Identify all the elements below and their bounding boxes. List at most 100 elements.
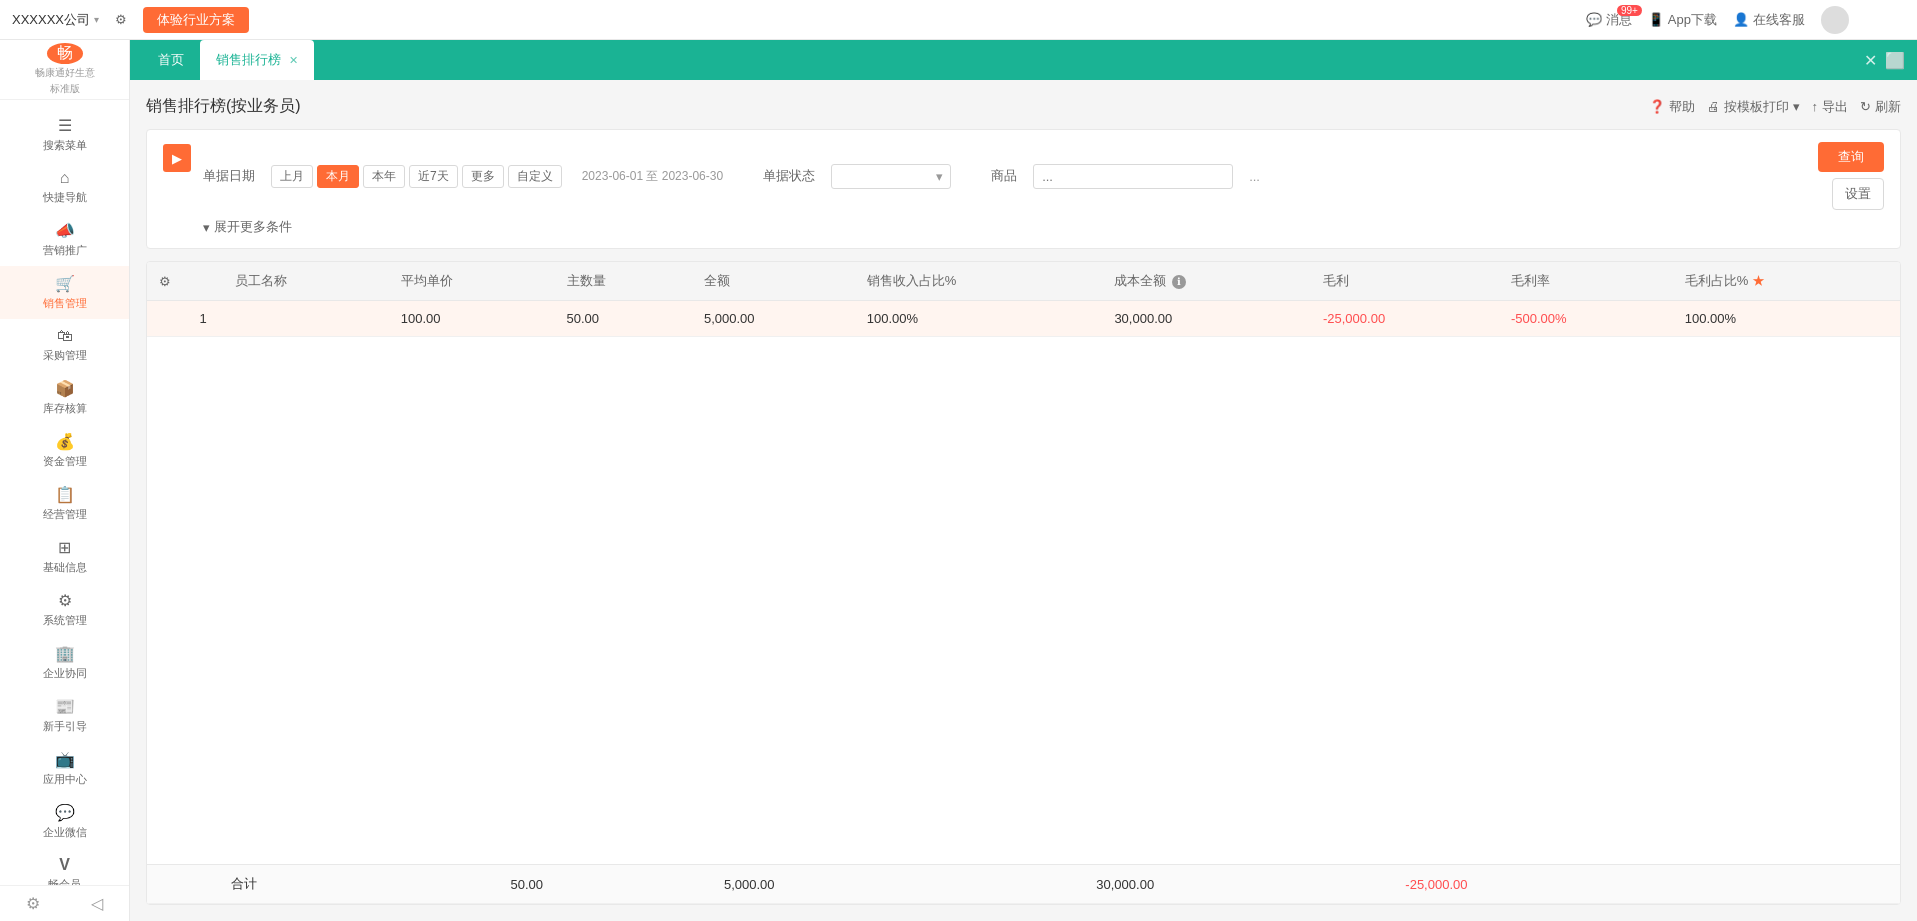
tab-maximize-btn[interactable]: ⬜ [1885,51,1905,70]
sidebar-label-ops-mgmt: 经营管理 [43,507,87,522]
query-button[interactable]: 查询 [1818,142,1884,172]
col-header-settings[interactable]: ⚙ [147,262,183,301]
tab-sales-rank-close[interactable]: ✕ [289,54,298,67]
logo-subtext: 畅康通好生意 [35,66,95,80]
row-cost-amount-cell: 30,000.00 [1102,301,1311,337]
col-header-rank [183,262,223,301]
row-sales-pct-cell: 100.00% [855,301,1103,337]
settings-button[interactable]: 设置 [1832,178,1884,210]
sidebar-item-marketing[interactable]: 📣 营销推广 [0,213,129,266]
online-service-button[interactable]: 👤 在线客服 [1733,11,1805,29]
service-icon: 👤 [1733,12,1749,27]
cost-amount-info-icon[interactable]: ℹ [1172,275,1186,289]
purchase-mgmt-icon: 🛍 [57,327,73,345]
company-selector[interactable]: XXXXXX公司 ▾ [12,11,99,29]
table-footer-body: 合计 50.00 5,000.00 30,000.00 -25,000.00 [147,865,1900,904]
sidebar-item-enterprise[interactable]: 🏢 企业协同 [0,636,129,689]
sidebar-collapse-btn[interactable]: ◁ [91,894,103,913]
sidebar-item-funds-mgmt[interactable]: 💰 资金管理 [0,424,129,477]
sidebar-settings-btn[interactable]: ⚙ [26,894,40,913]
footer-gross-rate-cell [1719,865,1810,904]
tab-bar: 首页 销售排行榜 ✕ ✕ ⬜ [130,40,1917,80]
main-layout: 畅 畅康通好生意 标准版 ☰ 搜索菜单 ⌂ 快捷导航 📣 营销推广 [0,40,1917,921]
date-btn-last-month[interactable]: 上月 [271,165,313,188]
funds-mgmt-icon: 💰 [55,432,75,451]
sidebar-label-funds-mgmt: 资金管理 [43,454,87,469]
col-header-main-qty: 主数量 [555,262,692,301]
help-button[interactable]: ❓ 帮助 [1649,98,1695,116]
sidebar-label-member: 畅会员 [48,877,81,885]
footer-rank-cell [179,865,219,904]
trial-button[interactable]: 体验行业方案 [143,7,249,33]
status-filter-label: 单据状态 [763,167,815,185]
query-settings-area: 查询 设置 [1818,142,1884,210]
date-btn-this-month[interactable]: 本月 [317,165,359,188]
print-button[interactable]: 🖨 按模板打印 ▾ [1707,98,1800,116]
sidebar-item-inventory[interactable]: 📦 库存核算 [0,371,129,424]
export-button[interactable]: ↑ 导出 [1812,98,1849,116]
inventory-icon: 📦 [55,379,75,398]
row-gross-rate-cell: -500.00% [1499,301,1673,337]
date-btn-more[interactable]: 更多 [462,165,504,188]
sidebar-label-inventory: 库存核算 [43,401,87,416]
date-btn-7days[interactable]: 近7天 [409,165,458,188]
tab-sales-rank-label: 销售排行榜 [216,51,281,69]
sidebar-item-member[interactable]: V 畅会员 [0,848,129,885]
tab-home[interactable]: 首页 [142,40,200,80]
goods-input[interactable] [1033,164,1233,189]
col-header-gross-profit: 毛利 [1311,262,1499,301]
footer-settings-cell [147,865,179,904]
col-header-employee: 员工名称 [223,262,389,301]
print-icon: 🖨 [1707,99,1720,114]
refresh-button[interactable]: ↻ 刷新 [1860,98,1901,116]
date-filter-label: 单据日期 [203,167,255,185]
sidebar-label-app-center: 应用中心 [43,772,87,787]
status-select[interactable]: 已审核 未审核 [831,164,951,189]
tab-sales-rank[interactable]: 销售排行榜 ✕ [200,40,314,80]
settings-icon[interactable]: ⚙ [107,6,135,34]
footer-label-cell: 合计 [219,865,408,904]
app-download-button[interactable]: 📱 App下载 [1648,11,1717,29]
footer-sales-pct-cell [994,865,1085,904]
ops-mgmt-icon: 📋 [55,485,75,504]
data-table: ⚙ 员工名称 平均单价 主数量 全额 销售收入占比% 成本全额 ℹ 毛利 毛利率 [147,262,1900,337]
message-button[interactable]: 💬 消息 99+ [1586,11,1632,29]
sidebar-item-sales-mgmt[interactable]: 🛒 销售管理 [0,266,129,319]
filter-expand-icon[interactable]: ▶ [163,144,191,172]
app-center-icon: 📺 [55,750,75,769]
sidebar-label-wechat: 企业微信 [43,825,87,840]
tab-home-label: 首页 [158,51,184,69]
tab-close-all-btn[interactable]: ✕ [1864,51,1877,70]
more-filters-btn[interactable]: ... [1249,169,1260,184]
col-header-amount: 全额 [692,262,855,301]
filter-main-row: 单据日期 上月 本月 本年 近7天 更多 自定义 2023-06-01 至 20… [203,142,1884,210]
date-btn-custom[interactable]: 自定义 [508,165,562,188]
sidebar: 畅 畅康通好生意 标准版 ☰ 搜索菜单 ⌂ 快捷导航 📣 营销推广 [0,40,130,921]
table-scroll: ⚙ 员工名称 平均单价 主数量 全额 销售收入占比% 成本全额 ℹ 毛利 毛利率 [147,262,1900,864]
expand-more-btn[interactable]: ▾ 展开更多条件 [203,218,1884,236]
sidebar-item-basic-info[interactable]: ⊞ 基础信息 [0,530,129,583]
col-header-gross-pct: 毛利占比% ★ [1673,262,1900,301]
avatar[interactable] [1821,6,1849,34]
date-btn-this-year[interactable]: 本年 [363,165,405,188]
table-header-row: ⚙ 员工名称 平均单价 主数量 全额 销售收入占比% 成本全额 ℹ 毛利 毛利率 [147,262,1900,301]
basic-info-icon: ⊞ [58,538,71,557]
sidebar-item-wechat[interactable]: 💬 企业微信 [0,795,129,848]
footer-gross-profit-cell: -25,000.00 [1393,865,1718,904]
sidebar-item-ops-mgmt[interactable]: 📋 经营管理 [0,477,129,530]
sidebar-item-quick-nav[interactable]: ⌂ 快捷导航 [0,161,129,213]
user-name [1865,6,1905,34]
sidebar-item-app-center[interactable]: 📺 应用中心 [0,742,129,795]
logo-area: 畅 畅康通好生意 标准版 [0,40,129,100]
sidebar-item-purchase-mgmt[interactable]: 🛍 采购管理 [0,319,129,371]
sidebar-nav: ☰ 搜索菜单 ⌂ 快捷导航 📣 营销推广 🛒 销售管理 🛍 采购管理 📦 库 [0,100,129,885]
sidebar-item-guide[interactable]: 📰 新手引导 [0,689,129,742]
sidebar-item-sys-mgmt[interactable]: ⚙ 系统管理 [0,583,129,636]
row-gross-pct-cell: 100.00% [1673,301,1900,337]
sidebar-label-sales-mgmt: 销售管理 [43,296,87,311]
app-icon: 📱 [1648,12,1664,27]
company-arrow: ▾ [94,14,99,25]
sidebar-bottom: ⚙ ◁ [0,885,129,921]
sidebar-item-search-order[interactable]: ☰ 搜索菜单 [0,108,129,161]
sales-mgmt-icon: 🛒 [55,274,75,293]
